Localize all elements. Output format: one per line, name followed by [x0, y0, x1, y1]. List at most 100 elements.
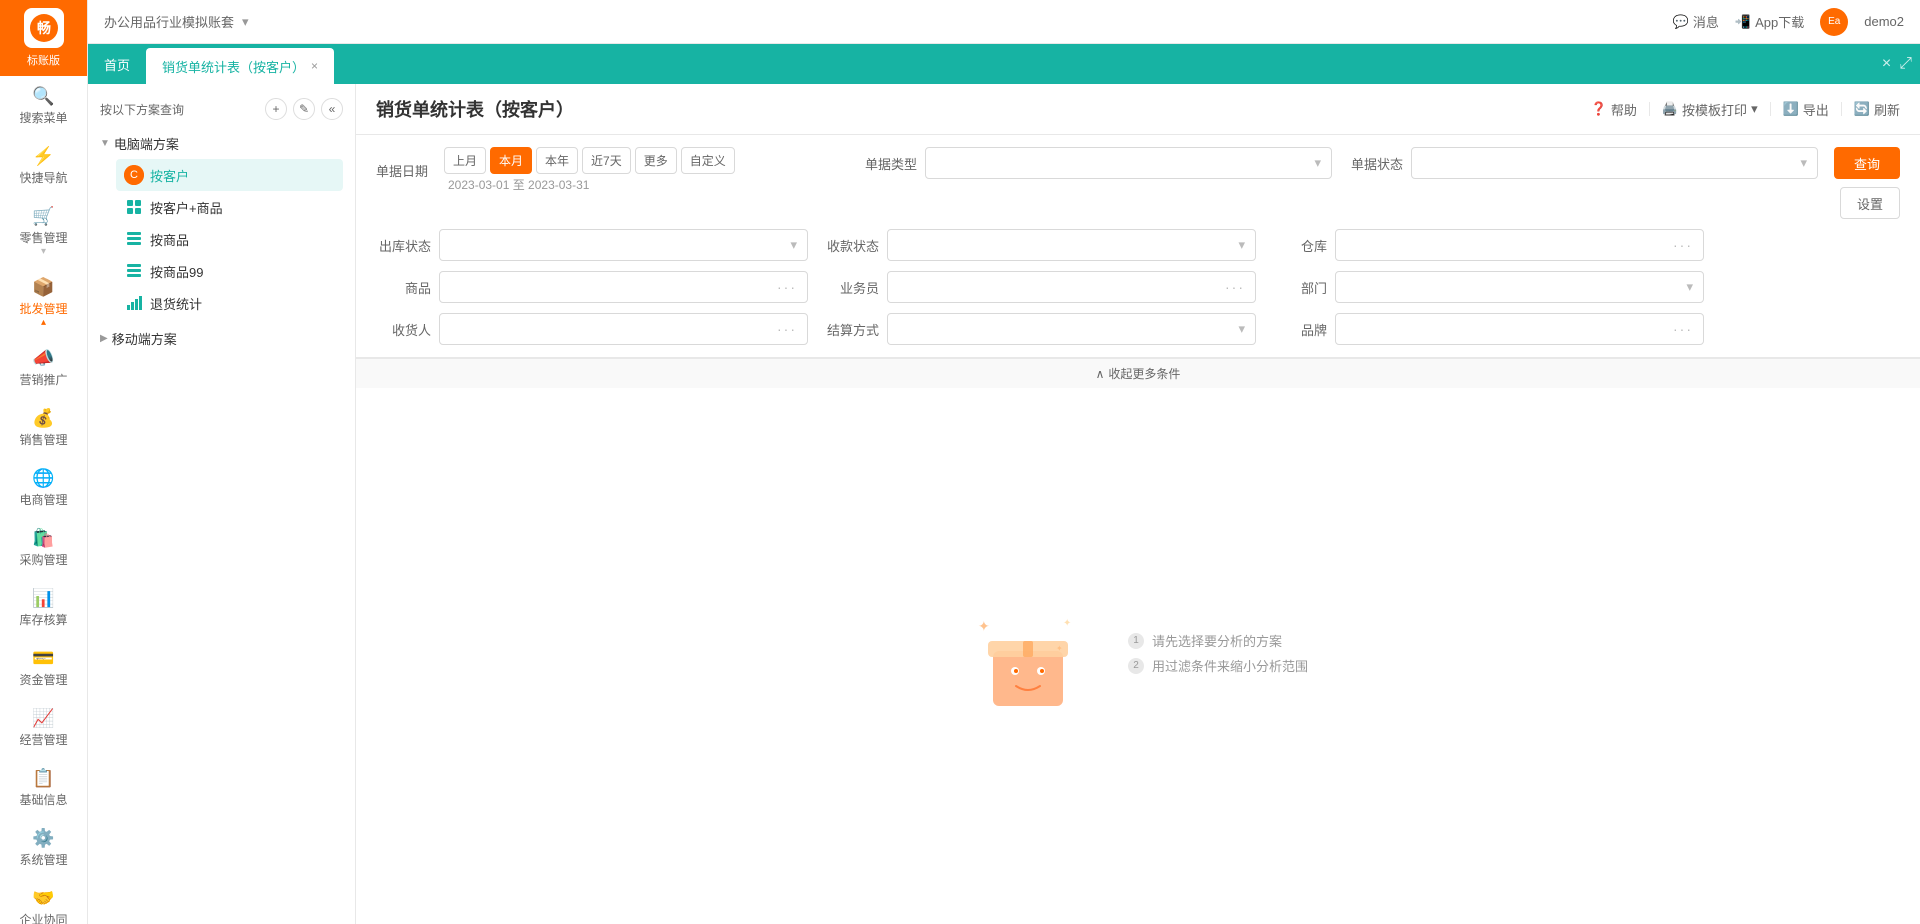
tab-home[interactable]: 首页 — [88, 44, 146, 84]
date-range-display: 2023-03-01 至 2023-03-31 — [448, 176, 735, 193]
date-btn-custom[interactable]: 自定义 — [681, 147, 735, 174]
bill-type-label: 单据类型 — [862, 154, 917, 173]
sidebar-item-search[interactable]: 🔍 搜索菜单 — [0, 76, 87, 136]
app-download-btn[interactable]: 📲 App下载 — [1735, 12, 1804, 31]
brand-filter: 品牌 ··· — [1272, 313, 1704, 345]
topbar-right: 💬 消息 📲 App下载 Ea demo2 — [1673, 8, 1904, 36]
print-btn[interactable]: 🖨️ 按模板打印 ▾ — [1662, 100, 1758, 119]
company-name: 办公用品行业模拟账套 — [104, 12, 234, 31]
setting-button[interactable]: 设置 — [1840, 187, 1900, 219]
warehouse-input[interactable]: ··· — [1335, 229, 1704, 261]
app-logo[interactable]: 畅 标账版 — [0, 0, 87, 76]
search-button[interactable]: 查询 — [1834, 147, 1900, 179]
collapse-bar[interactable]: ∧ 收起更多条件 — [356, 358, 1920, 388]
bill-type-filter: 单据类型 ▾ — [862, 147, 1332, 179]
receipt-status-select[interactable]: ▾ — [887, 229, 1256, 261]
sidebar-item-sales[interactable]: 💰 销售管理 — [0, 398, 87, 458]
appdownload-icon: 📲 — [1735, 14, 1751, 30]
settlement-filter: 结算方式 ▾ — [824, 313, 1256, 345]
sidebar-item-system[interactable]: ⚙️ 系统管理 — [0, 818, 87, 878]
brand-dots-icon: ··· — [1673, 321, 1693, 337]
sidebar-item-operation[interactable]: 📈 经营管理 — [0, 698, 87, 758]
sidebar-item-finance[interactable]: 💳 资金管理 — [0, 638, 87, 698]
right-panel: 销货单统计表（按客户） ❓ 帮助 🖨️ 按模板打印 ▾ ⬇️ — [356, 84, 1920, 924]
refresh-btn[interactable]: 🔄 刷新 — [1854, 100, 1900, 119]
out-status-label: 出库状态 — [376, 236, 431, 255]
receipt-status-label: 收款状态 — [824, 236, 879, 255]
content-area: 按以下方案查询 + ✎ « ▼ 电脑端方案 — [88, 84, 1920, 924]
print-dropdown-icon[interactable]: ▾ — [1751, 101, 1758, 117]
sidebar-item-retail[interactable]: 🛒 零售管理 ▾ — [0, 196, 87, 267]
tab-sales-stats[interactable]: 销货单统计表（按客户） × — [146, 48, 334, 84]
operation-icon: 📈 — [32, 708, 54, 729]
scheme-by-customer-product[interactable]: 按客户+商品 — [116, 191, 343, 223]
salesperson-dots-icon: ··· — [1225, 279, 1245, 295]
mobile-scheme-label: 移动端方案 — [112, 329, 177, 348]
salesperson-input[interactable]: ··· — [887, 271, 1256, 303]
date-btn-this-year[interactable]: 本年 — [536, 147, 578, 174]
edit-icon: ✎ — [299, 102, 309, 116]
sidebar-item-wholesale[interactable]: 📦 批发管理 ▴ — [0, 267, 87, 338]
bill-type-select[interactable]: ▾ — [925, 147, 1332, 179]
goods-label: 商品 — [376, 278, 431, 297]
scheme-by-product[interactable]: 按商品 — [116, 223, 343, 255]
date-btn-more[interactable]: 更多 — [635, 147, 677, 174]
warehouse-dots-icon: ··· — [1673, 237, 1693, 253]
sidebar-item-quick-nav[interactable]: ⚡ 快捷导航 — [0, 136, 87, 196]
message-btn[interactable]: 💬 消息 — [1673, 12, 1719, 31]
filter-area: 单据日期 上月 本月 本年 近7天 更多 自定义 2023-03-01 至 20… — [356, 135, 1920, 358]
print-label: 按模板打印 — [1682, 100, 1747, 119]
filter-row-4: 收货人 ··· 结算方式 ▾ 品牌 ··· — [376, 313, 1900, 345]
divider1 — [1649, 102, 1650, 116]
add-scheme-btn[interactable]: + — [265, 98, 287, 120]
collapse-panel-btn[interactable]: « — [321, 98, 343, 120]
sidebar-item-label: 搜索菜单 — [19, 109, 67, 126]
add-icon: + — [272, 102, 279, 116]
hint-2-dot: 2 — [1128, 658, 1144, 674]
desktop-scheme-parent[interactable]: ▼ 电脑端方案 — [100, 128, 343, 159]
sidebar-item-ecommerce[interactable]: 🌐 电商管理 — [0, 458, 87, 518]
dept-label: 部门 — [1272, 278, 1327, 297]
collapse-icon: « — [329, 102, 336, 116]
purchase-icon: 🛍️ — [32, 528, 54, 549]
date-btn-7days[interactable]: 近7天 — [582, 147, 631, 174]
avatar[interactable]: Ea — [1820, 8, 1848, 36]
sidebar-item-label: 零售管理 — [19, 229, 67, 246]
date-btn-this-month[interactable]: 本月 — [490, 147, 532, 174]
sidebar-item-basic[interactable]: 📋 基础信息 — [0, 758, 87, 818]
empty-hint-2: 2 用过滤条件来缩小分析范围 — [1128, 656, 1308, 675]
receiver-label: 收货人 — [376, 320, 431, 339]
scheme-by-customer[interactable]: C 按客户 — [116, 159, 343, 191]
filter-row-2: 出库状态 ▾ 收款状态 ▾ 仓库 ··· — [376, 229, 1900, 261]
dept-select[interactable]: ▾ — [1335, 271, 1704, 303]
tab-close-icon[interactable]: × — [311, 59, 318, 73]
settlement-select[interactable]: ▾ — [887, 313, 1256, 345]
svg-text:✦: ✦ — [1056, 644, 1063, 653]
wholesale-icon: 📦 — [32, 277, 54, 298]
expand-window-icon[interactable]: ⤢ — [1899, 55, 1912, 73]
help-btn[interactable]: ❓ 帮助 — [1591, 100, 1637, 119]
goods-input[interactable]: ··· — [439, 271, 808, 303]
appdownload-label: App下载 — [1755, 12, 1804, 31]
scheme-return-stats[interactable]: 退货统计 — [116, 287, 343, 319]
mobile-scheme-parent[interactable]: ▶ 移动端方案 — [100, 323, 343, 354]
out-status-select[interactable]: ▾ — [439, 229, 808, 261]
close-window-icon[interactable]: × — [1882, 55, 1891, 73]
export-btn[interactable]: ⬇️ 导出 — [1783, 100, 1829, 119]
sidebar-item-label: 批发管理 — [19, 300, 67, 317]
date-btn-last-month[interactable]: 上月 — [444, 147, 486, 174]
company-dropdown-icon[interactable]: ▾ — [242, 14, 249, 30]
bill-status-select[interactable]: ▾ — [1411, 147, 1818, 179]
sidebar-item-marketing[interactable]: 📣 营销推广 — [0, 338, 87, 398]
scheme-by-product-99[interactable]: 按商品99 — [116, 255, 343, 287]
edit-scheme-btn[interactable]: ✎ — [293, 98, 315, 120]
sidebar-item-enterprise[interactable]: 🤝 企业协同 — [0, 878, 87, 924]
receiver-filter: 收货人 ··· — [376, 313, 808, 345]
svg-text:✦: ✦ — [978, 618, 990, 634]
receipt-status-filter: 收款状态 ▾ — [824, 229, 1256, 261]
brand-input[interactable]: ··· — [1335, 313, 1704, 345]
sidebar-item-purchase[interactable]: 🛍️ 采购管理 — [0, 518, 87, 578]
receiver-input[interactable]: ··· — [439, 313, 808, 345]
sidebar-item-inventory[interactable]: 📊 库存核算 — [0, 578, 87, 638]
enterprise-icon: 🤝 — [32, 888, 54, 909]
